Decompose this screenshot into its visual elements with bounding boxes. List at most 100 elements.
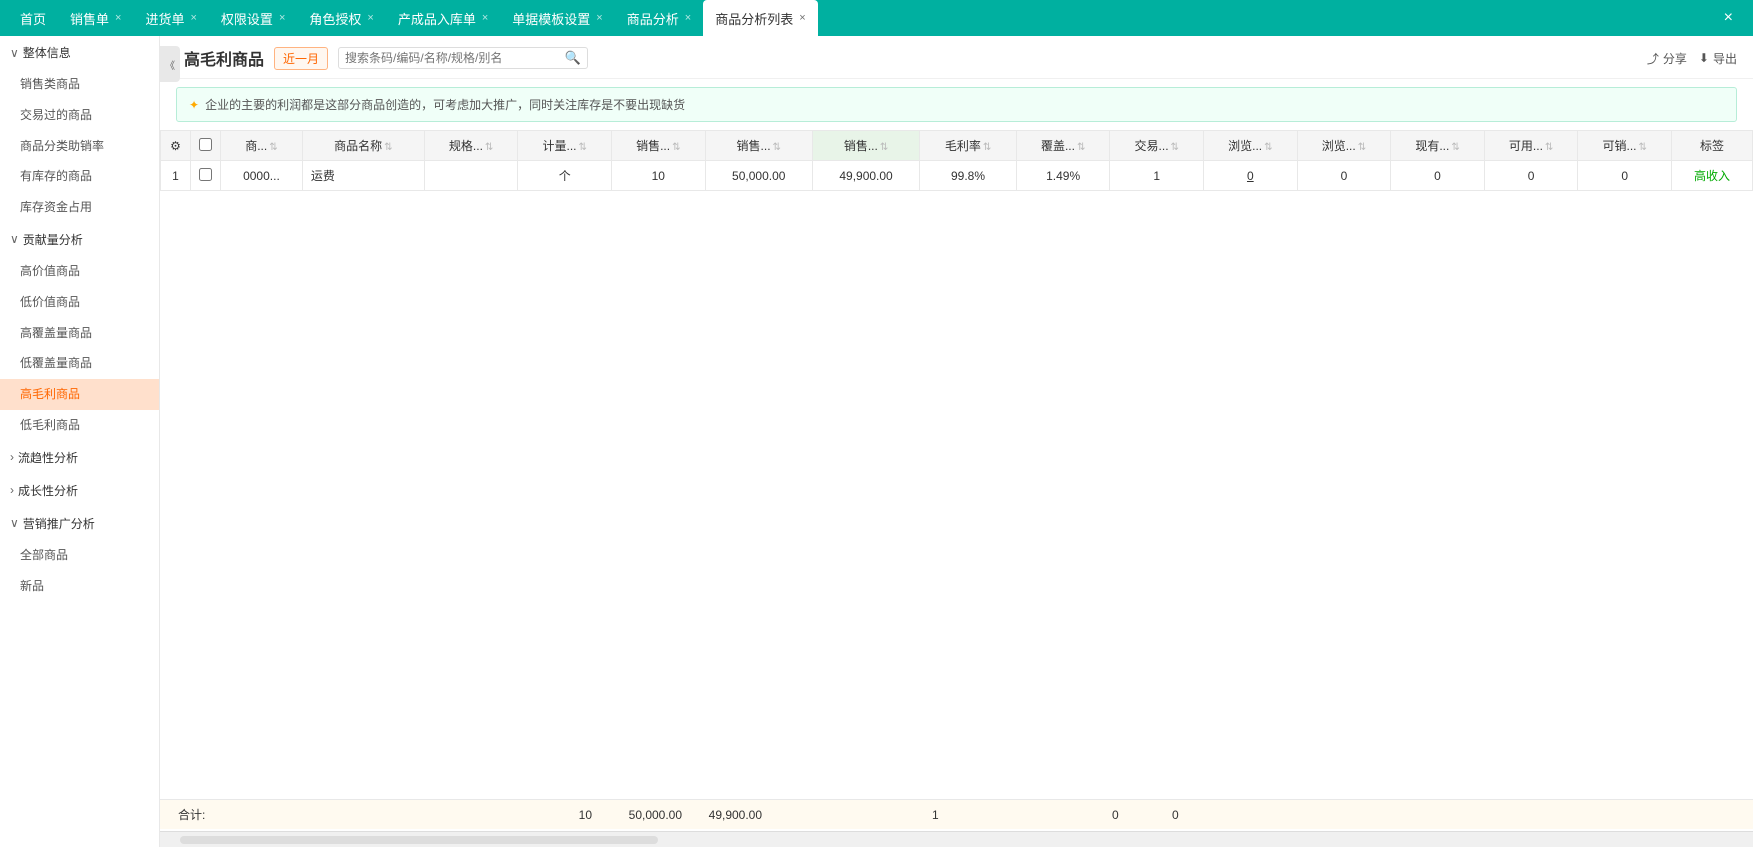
cell-transactions: 1: [1110, 161, 1204, 191]
search-icon[interactable]: 🔍: [565, 50, 581, 66]
column-product-name[interactable]: 商品名称⇅: [302, 131, 424, 161]
footer-sales2: 50,000.00: [615, 808, 695, 822]
sidebar-item-high-margin[interactable]: 高毛利商品: [0, 379, 159, 410]
cell-browse1[interactable]: 0: [1204, 161, 1298, 191]
column-unit[interactable]: 计量...⇅: [518, 131, 612, 161]
sidebar-item-in-stock[interactable]: 有库存的商品: [0, 161, 159, 192]
column-browse2[interactable]: 浏览...⇅: [1297, 131, 1391, 161]
cell-spec: [424, 161, 518, 191]
data-table-container[interactable]: ⚙ 商...⇅ 商品名称⇅ 规格...⇅: [160, 130, 1753, 807]
nav-close-sales[interactable]: ×: [115, 12, 121, 24]
nav-close-template[interactable]: ×: [596, 12, 602, 24]
cell-name: 运费: [302, 161, 424, 191]
nav-close-analysis[interactable]: ×: [685, 12, 691, 24]
sidebar-group-overall[interactable]: ∨ 整体信息: [0, 36, 159, 69]
nav-sales-order[interactable]: 销售单 ×: [58, 0, 133, 36]
nav-template-settings[interactable]: 单据模板设置 ×: [500, 0, 614, 36]
nav-role-auth[interactable]: 角色授权 ×: [297, 0, 385, 36]
column-gross-rate[interactable]: 毛利率⇅: [920, 131, 1017, 161]
nav-close-permission[interactable]: ×: [279, 12, 285, 24]
app-close-button[interactable]: ×: [1712, 9, 1745, 27]
sidebar-item-high-value[interactable]: 高价值商品: [0, 256, 159, 287]
export-icon: ⬇: [1699, 51, 1709, 65]
column-browse1[interactable]: 浏览...⇅: [1204, 131, 1298, 161]
cell-checkbox[interactable]: [191, 161, 221, 191]
nav-product-analysis-list[interactable]: 商品分析列表 ×: [703, 0, 817, 36]
column-code[interactable]: 商...⇅: [221, 131, 303, 161]
column-sales2[interactable]: 销售...⇅: [705, 131, 812, 161]
column-checkbox[interactable]: [191, 131, 221, 161]
search-box: 🔍: [338, 47, 588, 69]
cell-sales1: 10: [612, 161, 706, 191]
sidebar-collapse-button[interactable]: 《: [160, 46, 180, 82]
arrow-contribution: ∨: [10, 232, 19, 246]
cell-available: 0: [1484, 161, 1578, 191]
sidebar-item-category-assist[interactable]: 商品分类助销率: [0, 131, 159, 162]
sidebar-group-growth[interactable]: › 成长性分析: [0, 474, 159, 507]
footer-total: 合计: 10 50,000.00 49,900.00 1 0 0: [160, 799, 1753, 829]
content-area: 《 高毛利商品 近一月 🔍 ⤴ 分享 ⬇ 导出 ✦ 企: [160, 36, 1753, 847]
nav-purchase-order[interactable]: 进货单 ×: [133, 0, 208, 36]
data-table: ⚙ 商...⇅ 商品名称⇅ 规格...⇅: [160, 130, 1753, 191]
share-button[interactable]: ⤴ 分享: [1647, 50, 1687, 67]
column-available[interactable]: 可用...⇅: [1484, 131, 1578, 161]
column-coverage[interactable]: 覆盖...⇅: [1016, 131, 1110, 161]
nav-permission-settings[interactable]: 权限设置 ×: [209, 0, 297, 36]
nav-close-purchase[interactable]: ×: [190, 12, 196, 24]
footer-current: 0: [1085, 808, 1145, 822]
sidebar-group-marketing[interactable]: ∨ 营销推广分析: [0, 507, 159, 540]
column-sales1[interactable]: 销售...⇅: [612, 131, 706, 161]
info-banner: ✦ 企业的主要的利润都是这部分商品创造的，可考虑加大推广，同时关注库存是不要出现…: [176, 87, 1737, 122]
sidebar-group-contribution[interactable]: ∨ 贡献量分析: [0, 223, 159, 256]
footer-sales3: 49,900.00: [695, 808, 775, 822]
column-sellable[interactable]: 可销...⇅: [1578, 131, 1672, 161]
export-button[interactable]: ⬇ 导出: [1699, 50, 1737, 67]
sidebar-item-low-coverage[interactable]: 低覆盖量商品: [0, 348, 159, 379]
column-spec[interactable]: 规格...⇅: [424, 131, 518, 161]
sidebar-item-new-goods[interactable]: 新品: [0, 571, 159, 602]
main-layout: ∨ 整体信息 销售类商品 交易过的商品 商品分类助销率 有库存的商品 库存资金占…: [0, 36, 1753, 847]
cell-browse2: 0: [1297, 161, 1391, 191]
sidebar-item-all-goods[interactable]: 全部商品: [0, 540, 159, 571]
sidebar-item-low-margin[interactable]: 低毛利商品: [0, 410, 159, 441]
sidebar: ∨ 整体信息 销售类商品 交易过的商品 商品分类助销率 有库存的商品 库存资金占…: [0, 36, 160, 847]
content-header: 高毛利商品 近一月 🔍 ⤴ 分享 ⬇ 导出: [160, 36, 1753, 79]
row-checkbox[interactable]: [199, 168, 212, 181]
table-header-row: ⚙ 商...⇅ 商品名称⇅ 规格...⇅: [161, 131, 1753, 161]
cell-unit: 个: [518, 161, 612, 191]
top-nav: 首页 销售单 × 进货单 × 权限设置 × 角色授权 × 产成品入库单 × 单据…: [0, 0, 1753, 36]
nav-product-analysis[interactable]: 商品分析 ×: [615, 0, 703, 36]
sidebar-item-stock-capital[interactable]: 库存资金占用: [0, 192, 159, 223]
nav-close-role[interactable]: ×: [367, 12, 373, 24]
column-gear[interactable]: ⚙: [161, 131, 191, 161]
nav-home[interactable]: 首页: [8, 0, 58, 36]
column-current-stock[interactable]: 现有...⇅: [1391, 131, 1485, 161]
info-icon: ✦: [189, 98, 199, 112]
sidebar-item-low-value[interactable]: 低价值商品: [0, 287, 159, 318]
cell-coverage: 1.49%: [1016, 161, 1110, 191]
column-tag[interactable]: 标签: [1672, 131, 1753, 161]
header-actions: ⤴ 分享 ⬇ 导出: [1647, 50, 1737, 67]
footer-sales1: 10: [555, 808, 615, 822]
sidebar-group-trend[interactable]: › 流趋性分析: [0, 441, 159, 474]
select-all-checkbox[interactable]: [199, 138, 212, 151]
nav-product-inbound[interactable]: 产成品入库单 ×: [386, 0, 500, 36]
horizontal-scrollbar[interactable]: [160, 831, 1753, 847]
footer-transactions: 1: [905, 808, 965, 822]
search-input[interactable]: [345, 51, 565, 65]
sidebar-item-high-coverage[interactable]: 高覆盖量商品: [0, 318, 159, 349]
cell-sellable: 0: [1578, 161, 1672, 191]
page-title: 高毛利商品: [184, 46, 264, 70]
scrollbar-thumb[interactable]: [180, 836, 658, 844]
table-row: 1 0000... 运费 个 10 50,000.00 49,900.00 99…: [161, 161, 1753, 191]
share-icon: ⤴: [1647, 50, 1659, 67]
cell-code: 0000...: [221, 161, 303, 191]
sidebar-item-traded-goods[interactable]: 交易过的商品: [0, 100, 159, 131]
nav-close-inbound[interactable]: ×: [482, 12, 488, 24]
column-transactions[interactable]: 交易...⇅: [1110, 131, 1204, 161]
column-sales3[interactable]: 销售...⇅: [812, 131, 919, 161]
footer-available: 0: [1145, 808, 1205, 822]
time-filter-button[interactable]: 近一月: [274, 47, 328, 70]
sidebar-item-sales-goods[interactable]: 销售类商品: [0, 69, 159, 100]
nav-close-analysis-list[interactable]: ×: [799, 12, 805, 24]
